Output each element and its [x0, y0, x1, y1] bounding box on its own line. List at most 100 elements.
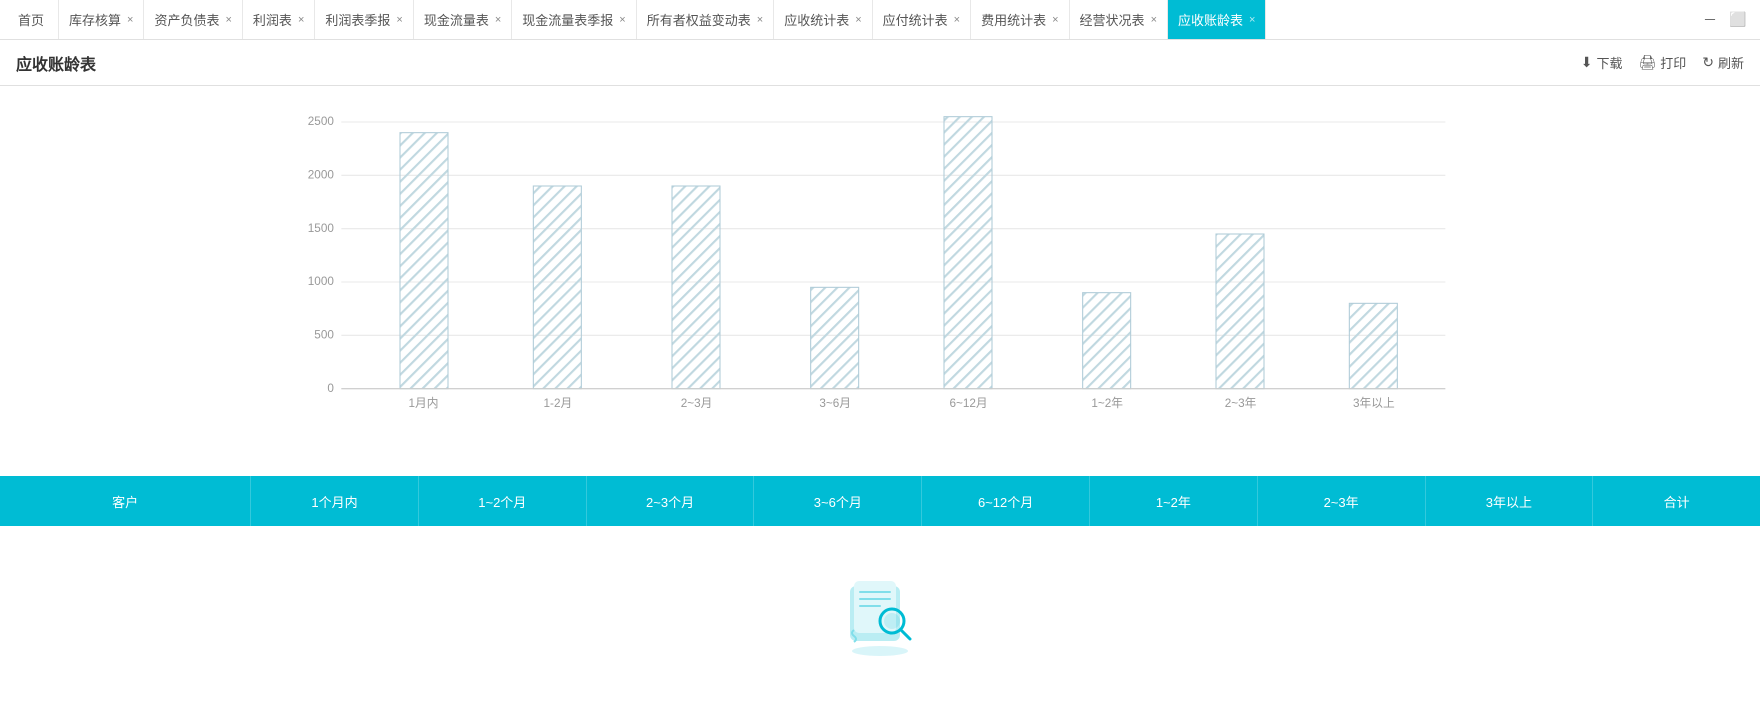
th-1-2year: 1~2年: [1090, 476, 1258, 526]
tab-inventory-label: 库存核算: [69, 10, 121, 29]
th-total-label: 合计: [1664, 492, 1690, 511]
svg-text:1月内: 1月内: [408, 396, 438, 410]
th-total: 合计: [1593, 476, 1760, 526]
th-3-6month: 3~6个月: [754, 476, 922, 526]
th-1-2month: 1~2个月: [419, 476, 587, 526]
bar-3plus-year: [1349, 303, 1397, 388]
tab-cashflow-close[interactable]: ×: [495, 14, 501, 26]
bar-1-2year: [1083, 293, 1131, 389]
th-3-6month-label: 3~6个月: [814, 492, 862, 511]
download-button[interactable]: ⬇ 下载: [1581, 53, 1623, 72]
tab-cashflow-quarter[interactable]: 现金流量表季报 ×: [512, 0, 636, 40]
th-3plus-year-label: 3年以上: [1486, 492, 1532, 511]
tab-home-label: 首页: [18, 10, 44, 29]
tab-aging-label: 应收账龄表: [1178, 10, 1243, 29]
minimize-button[interactable]: －: [1700, 10, 1720, 30]
tab-equity[interactable]: 所有者权益变动表 ×: [637, 0, 774, 40]
tab-operation-label: 经营状况表: [1080, 10, 1145, 29]
tab-balance-sheet[interactable]: 资产负债表 ×: [144, 0, 242, 40]
th-6-12month-label: 6~12个月: [978, 492, 1033, 511]
th-2-3month: 2~3个月: [587, 476, 755, 526]
tab-inventory-close[interactable]: ×: [127, 14, 133, 26]
tab-payable-stat-close[interactable]: ×: [954, 14, 960, 26]
tab-cashflow-quarter-label: 现金流量表季报: [522, 10, 613, 29]
tab-profit-quarter-close[interactable]: ×: [396, 14, 402, 26]
tab-bar: 首页 库存核算 × 资产负债表 × 利润表 × 利润表季报 × 现金流量表 × …: [0, 0, 1760, 40]
tab-cashflow-quarter-close[interactable]: ×: [619, 14, 625, 26]
svg-text:500: 500: [314, 329, 334, 342]
bar-chart: 2500 2000 1500 1000 500 0: [30, 106, 1730, 426]
tab-profit-close[interactable]: ×: [298, 14, 304, 26]
svg-text:2000: 2000: [308, 169, 335, 182]
tab-expense-stat-label: 费用统计表: [981, 10, 1046, 29]
tab-cashflow-label: 现金流量表: [424, 10, 489, 29]
window-controls: － ⬜: [1700, 10, 1756, 30]
tab-home[interactable]: 首页: [4, 0, 59, 40]
print-button[interactable]: 🖨 打印: [1638, 53, 1686, 72]
bar-1month: [400, 133, 448, 389]
empty-illustration: [830, 566, 930, 656]
bar-6-12month: [944, 117, 992, 389]
th-customer-label: 客户: [112, 492, 138, 511]
refresh-label: 刷新: [1718, 53, 1744, 72]
tab-expense-stat-close[interactable]: ×: [1052, 14, 1058, 26]
svg-text:6~12月: 6~12月: [949, 397, 987, 410]
th-1-2year-label: 1~2年: [1156, 492, 1191, 511]
th-1month: 1个月内: [251, 476, 419, 526]
th-2-3month-label: 2~3个月: [646, 492, 694, 511]
tab-aging-close[interactable]: ×: [1249, 14, 1255, 26]
tab-profit[interactable]: 利润表 ×: [243, 0, 315, 40]
tab-equity-label: 所有者权益变动表: [647, 10, 751, 29]
svg-text:2~3月: 2~3月: [681, 397, 713, 410]
tab-operation[interactable]: 经营状况表 ×: [1070, 0, 1168, 40]
download-label: 下载: [1596, 53, 1622, 72]
page-title: 应收账龄表: [16, 51, 96, 75]
print-icon: 🖨: [1638, 54, 1656, 71]
th-1month-label: 1个月内: [311, 492, 357, 511]
svg-text:1-2月: 1-2月: [544, 397, 573, 410]
tab-expense-stat[interactable]: 费用统计表 ×: [971, 0, 1069, 40]
svg-text:1000: 1000: [308, 275, 335, 288]
bar-1-2month: [533, 186, 581, 389]
maximize-button[interactable]: ⬜: [1728, 10, 1748, 30]
bar-2-3month: [672, 186, 720, 389]
print-label: 打印: [1660, 53, 1686, 72]
tab-operation-close[interactable]: ×: [1151, 14, 1157, 26]
table-header: 客户 1个月内 1~2个月 2~3个月 3~6个月 6~12个月 1~2年 2~…: [0, 476, 1760, 526]
download-icon: ⬇: [1581, 54, 1593, 71]
tab-payable-stat[interactable]: 应付统计表 ×: [873, 0, 971, 40]
tab-aging[interactable]: 应收账龄表 ×: [1168, 0, 1266, 40]
bar-2-3year: [1216, 234, 1264, 389]
svg-text:1~2年: 1~2年: [1091, 396, 1123, 410]
svg-text:2500: 2500: [308, 115, 335, 128]
th-3plus-year: 3年以上: [1426, 476, 1594, 526]
th-customer: 客户: [0, 476, 251, 526]
tab-receivable-stat[interactable]: 应收统计表 ×: [774, 0, 872, 40]
refresh-icon: ↻: [1702, 54, 1714, 71]
refresh-button[interactable]: ↻ 刷新: [1702, 53, 1744, 72]
svg-text:3~6月: 3~6月: [819, 397, 851, 410]
header-actions: ⬇ 下载 🖨 打印 ↻ 刷新: [1581, 53, 1744, 72]
tab-profit-quarter[interactable]: 利润表季报 ×: [315, 0, 413, 40]
tab-profit-label: 利润表: [253, 10, 292, 29]
svg-text:2~3年: 2~3年: [1225, 396, 1257, 410]
bar-3-6month: [811, 287, 859, 388]
tab-receivable-stat-close[interactable]: ×: [855, 14, 861, 26]
tab-equity-close[interactable]: ×: [757, 14, 763, 26]
th-2-3year: 2~3年: [1258, 476, 1426, 526]
tab-receivable-stat-label: 应收统计表: [784, 10, 849, 29]
page-header: 应收账龄表 ⬇ 下载 🖨 打印 ↻ 刷新: [0, 40, 1760, 86]
main-content: 2500 2000 1500 1000 500 0: [0, 86, 1760, 720]
chart-area: 2500 2000 1500 1000 500 0: [0, 86, 1760, 476]
tab-profit-quarter-label: 利润表季报: [325, 10, 390, 29]
empty-icon: [830, 566, 930, 646]
svg-text:3年以上: 3年以上: [1353, 396, 1395, 410]
tab-balance-close[interactable]: ×: [225, 14, 231, 26]
empty-state: [0, 526, 1760, 686]
tab-cashflow[interactable]: 现金流量表 ×: [414, 0, 512, 40]
th-2-3year-label: 2~3年: [1324, 492, 1359, 511]
svg-text:1500: 1500: [308, 222, 335, 235]
tab-inventory[interactable]: 库存核算 ×: [59, 0, 144, 40]
th-6-12month: 6~12个月: [922, 476, 1090, 526]
svg-text:0: 0: [327, 382, 334, 395]
